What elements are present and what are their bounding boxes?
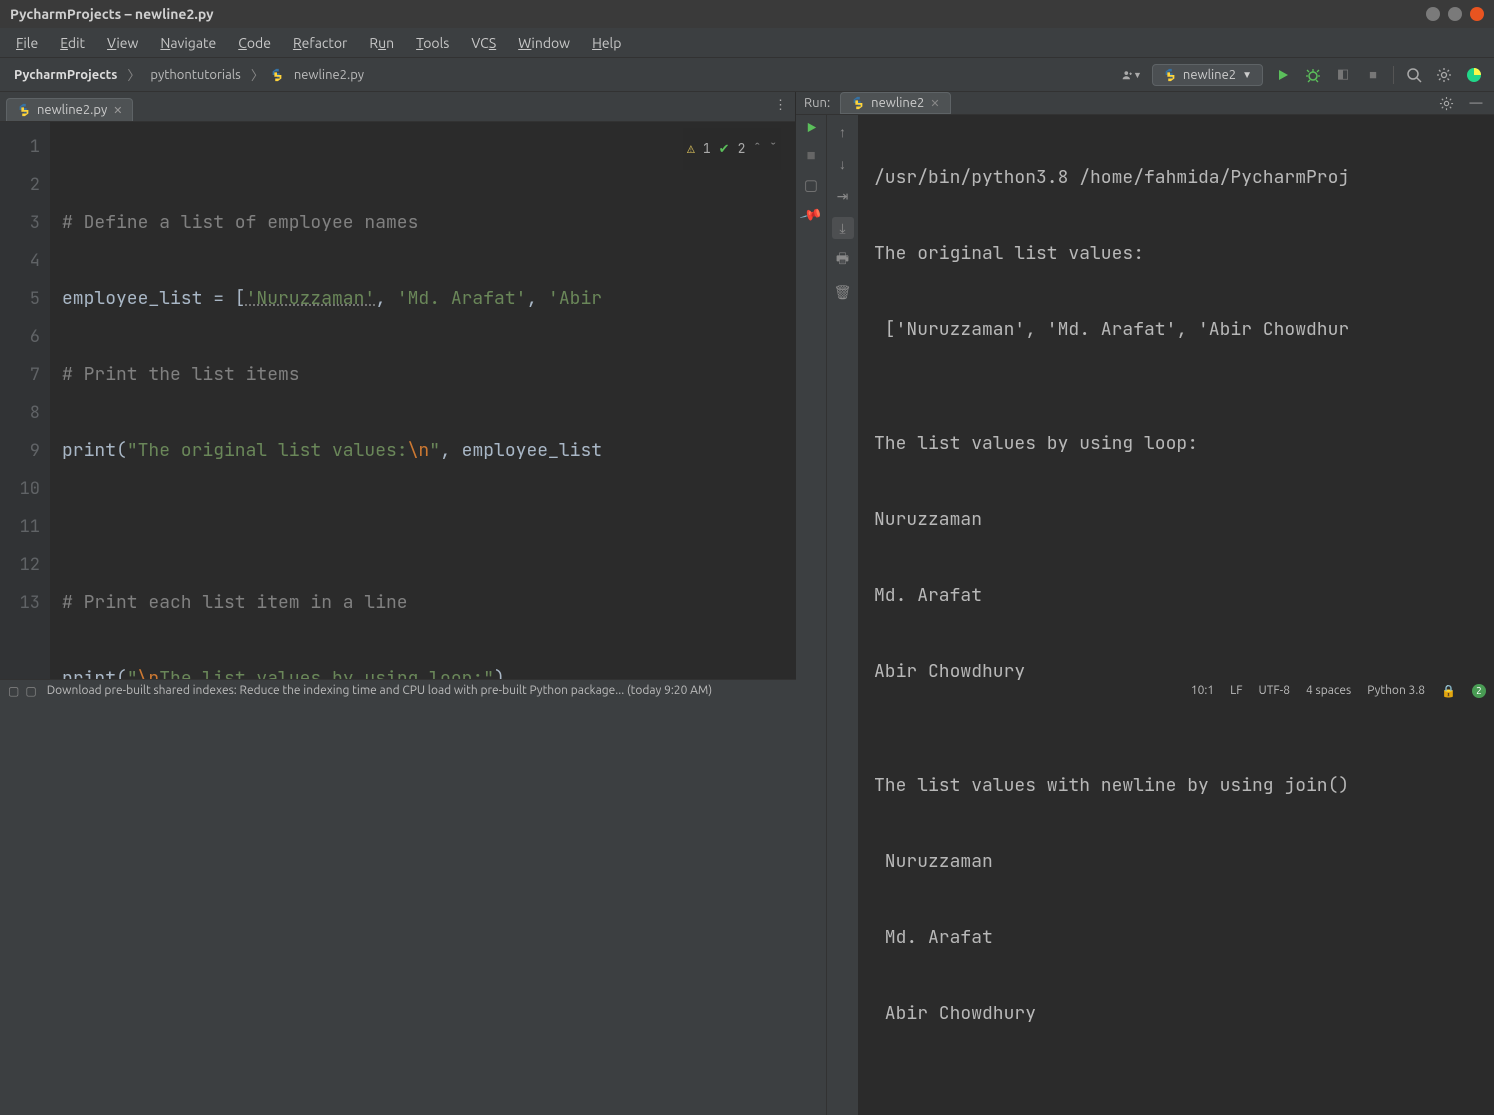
- menu-code[interactable]: Code: [230, 31, 279, 55]
- editor-gutter: 1 2 3 4 5 6 7 8 9 10 11 12 13: [0, 122, 50, 679]
- indent-setting[interactable]: 4 spaces: [1306, 684, 1351, 697]
- run-button[interactable]: [1273, 65, 1293, 85]
- menu-refactor[interactable]: Refactor: [285, 31, 355, 55]
- breadcrumb-file[interactable]: newline2.py: [290, 66, 368, 84]
- python-icon: [17, 103, 31, 117]
- chevron-down-icon[interactable]: ˇ: [769, 130, 777, 168]
- menu-bar: File Edit View Navigate Code Refactor Ru…: [0, 28, 1494, 58]
- interpreter[interactable]: Python 3.8: [1367, 684, 1425, 697]
- editor-tab-label: newline2.py: [37, 103, 107, 117]
- navigation-bar: PycharmProjects 〉 pythontutorials 〉 newl…: [0, 58, 1494, 92]
- stop-button[interactable]: ■: [1363, 65, 1383, 85]
- notifications-badge[interactable]: 2: [1472, 684, 1486, 698]
- up-trace-icon[interactable]: ↑: [832, 121, 854, 143]
- menu-window[interactable]: Window: [510, 31, 578, 55]
- run-pane: Run: newline2 ✕ — ■ ▢ 📌 ↑: [796, 92, 1494, 679]
- window-title: PycharmProjects – newline2.py: [10, 6, 1418, 22]
- run-settings-icon[interactable]: [1436, 93, 1456, 113]
- add-user-icon[interactable]: ▼: [1122, 65, 1142, 85]
- inspections-widget[interactable]: ⚠1 ✔2 ˆ ˇ: [683, 128, 781, 170]
- hide-panel-icon[interactable]: —: [1466, 93, 1486, 113]
- close-tab-icon[interactable]: ✕: [930, 97, 939, 110]
- menu-run[interactable]: Run: [361, 31, 402, 55]
- breadcrumb-folder[interactable]: pythontutorials: [146, 66, 244, 84]
- run-tab-label: newline2: [871, 96, 924, 110]
- chevron-up-icon[interactable]: ˆ: [753, 130, 761, 168]
- stop-icon[interactable]: ■: [806, 146, 815, 164]
- menu-file[interactable]: File: [8, 31, 46, 55]
- python-icon: [270, 68, 284, 82]
- clear-icon[interactable]: 🗑: [832, 281, 854, 303]
- breadcrumb: PycharmProjects 〉 pythontutorials 〉 newl…: [10, 65, 1122, 84]
- debug-button[interactable]: [1303, 65, 1323, 85]
- menu-help[interactable]: Help: [584, 31, 629, 55]
- run-config-selector[interactable]: newline2 ▼: [1152, 64, 1263, 86]
- chevron-right-icon: 〉: [127, 65, 140, 84]
- editor-tabs-more-icon[interactable]: ⋮: [774, 98, 787, 113]
- checkmark-icon: ✔: [719, 130, 730, 168]
- window-close-button[interactable]: [1470, 7, 1484, 21]
- menu-edit[interactable]: Edit: [52, 31, 93, 55]
- settings-icon[interactable]: [1434, 65, 1454, 85]
- caret-position[interactable]: 10:1: [1191, 684, 1214, 697]
- close-tab-icon[interactable]: ✕: [113, 104, 122, 117]
- menu-tools[interactable]: Tools: [408, 31, 457, 55]
- menu-vcs[interactable]: VCS: [463, 31, 504, 55]
- run-toolbar-secondary: ↑ ↓ ⇥ ⤓ 🖶 🗑: [826, 115, 858, 1115]
- search-icon[interactable]: [1404, 65, 1424, 85]
- breadcrumb-root[interactable]: PycharmProjects: [10, 66, 121, 84]
- python-icon: [1163, 68, 1177, 82]
- run-console[interactable]: /usr/bin/python3.8 /home/fahmida/Pycharm…: [858, 115, 1494, 1115]
- run-toolbar-left: ■ ▢ 📌: [796, 115, 826, 1115]
- rerun-icon[interactable]: [805, 121, 818, 134]
- editor-tabs: newline2.py ✕ ⋮: [0, 92, 795, 122]
- pin-icon[interactable]: 📌: [798, 203, 823, 228]
- editor-pane: newline2.py ✕ ⋮ 1 2 3 4 5 6 7 8 9 10 11 …: [0, 92, 796, 679]
- tool-window-icon[interactable]: ▢: [8, 684, 19, 698]
- scroll-to-end-icon[interactable]: ⤓: [832, 217, 854, 239]
- lock-icon[interactable]: 🔒: [1441, 684, 1456, 698]
- editor-tab-newline2[interactable]: newline2.py ✕: [6, 98, 133, 121]
- chevron-right-icon: 〉: [251, 65, 264, 84]
- soft-wrap-icon[interactable]: ⇥: [832, 185, 854, 207]
- python-icon: [851, 96, 865, 110]
- main-area: newline2.py ✕ ⋮ 1 2 3 4 5 6 7 8 9 10 11 …: [0, 92, 1494, 679]
- menu-navigate[interactable]: Navigate: [152, 31, 224, 55]
- window-maximize-button[interactable]: [1448, 7, 1462, 21]
- ide-logo-icon[interactable]: [1464, 65, 1484, 85]
- window-minimize-button[interactable]: [1426, 7, 1440, 21]
- run-config-name: newline2: [1183, 68, 1236, 82]
- line-separator[interactable]: LF: [1230, 684, 1242, 697]
- window-titlebar: PycharmProjects – newline2.py: [0, 0, 1494, 28]
- editor-body: 1 2 3 4 5 6 7 8 9 10 11 12 13 ⚠1 ✔2 ˆ ˇ: [0, 122, 795, 679]
- run-with-coverage-button[interactable]: ◧: [1333, 65, 1353, 85]
- status-message[interactable]: Download pre-built shared indexes: Reduc…: [47, 684, 1191, 697]
- down-trace-icon[interactable]: ↓: [832, 153, 854, 175]
- run-tool-header: Run: newline2 ✕ —: [796, 92, 1494, 115]
- menu-view[interactable]: View: [99, 31, 146, 55]
- warning-icon: ⚠: [687, 130, 695, 168]
- tool-window-icon[interactable]: ▢: [25, 684, 36, 698]
- run-label: Run:: [804, 96, 830, 110]
- print-icon[interactable]: 🖶: [832, 249, 854, 271]
- code-editor[interactable]: ⚠1 ✔2 ˆ ˇ # Define a list of employee na…: [50, 122, 795, 679]
- run-tab[interactable]: newline2 ✕: [840, 92, 950, 114]
- file-encoding[interactable]: UTF-8: [1259, 684, 1290, 697]
- chevron-down-icon: ▼: [1242, 69, 1252, 81]
- restore-layout-icon[interactable]: ▢: [804, 176, 818, 194]
